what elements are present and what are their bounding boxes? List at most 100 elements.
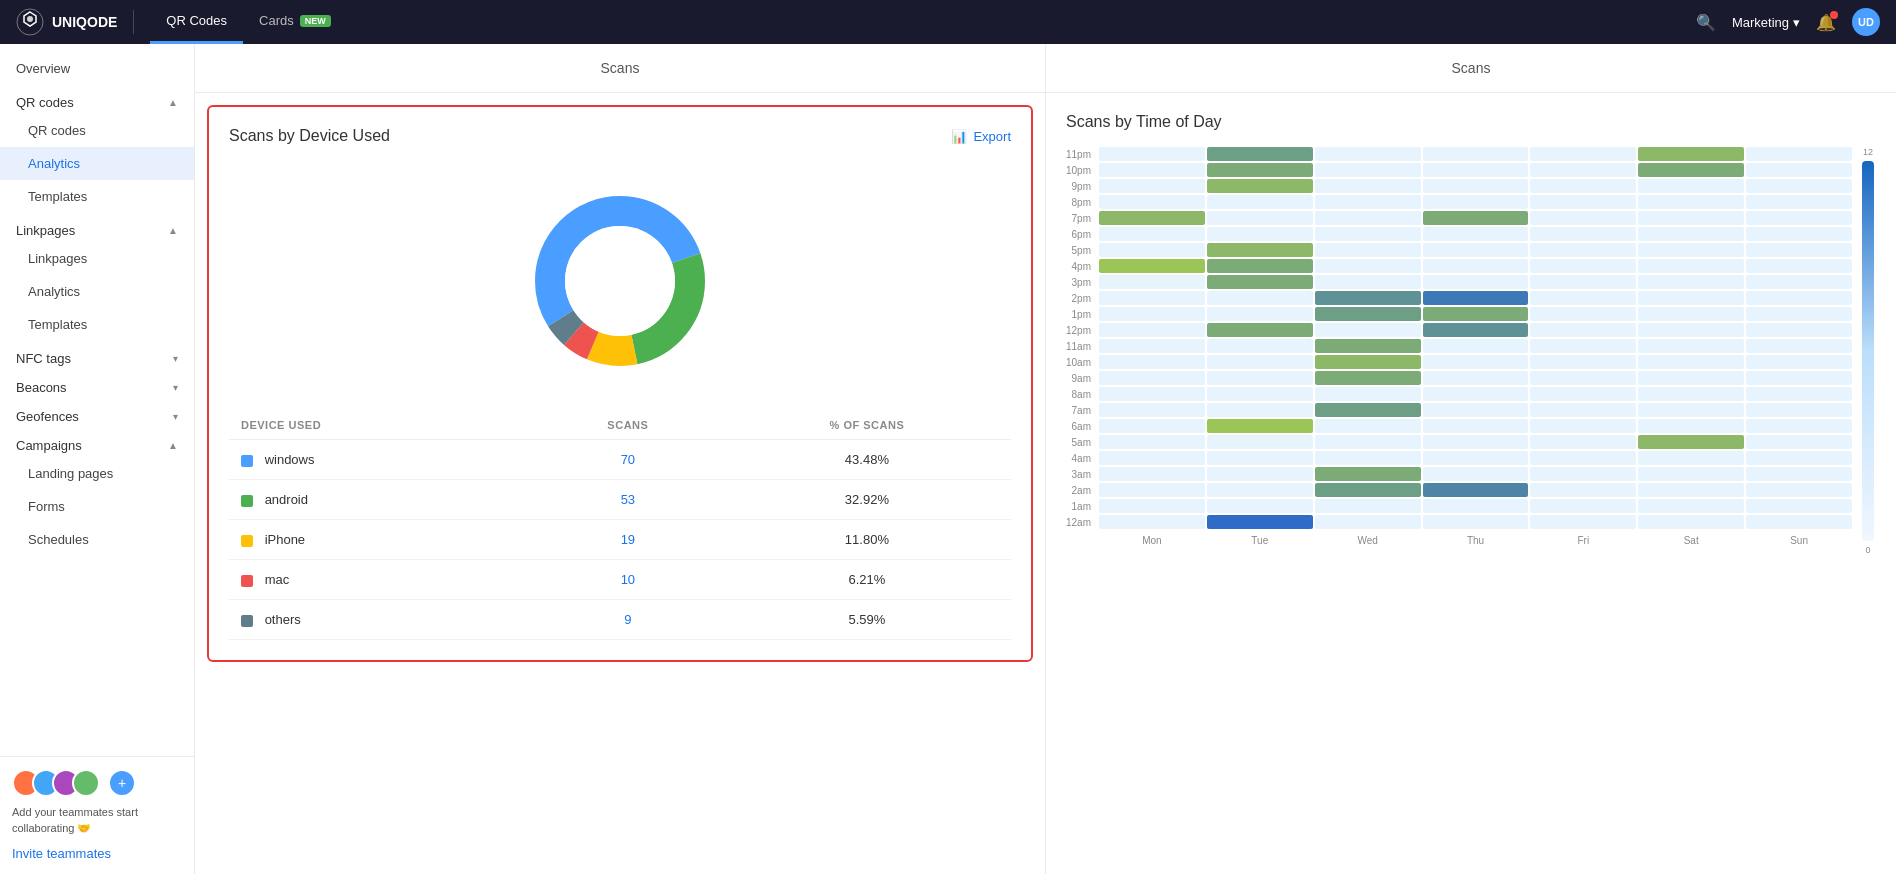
scan-count-2[interactable]: 19	[621, 532, 635, 547]
heatmap-cell	[1207, 387, 1313, 401]
day-label: Sun	[1746, 535, 1852, 546]
heatmap-cell	[1207, 307, 1313, 321]
heatmap-cell	[1207, 355, 1313, 369]
heatmap-cell	[1207, 435, 1313, 449]
day-label: Wed	[1315, 535, 1421, 546]
workspace-selector[interactable]: Marketing ▾	[1732, 15, 1800, 30]
heatmap-cell	[1638, 227, 1744, 241]
sidebar-item-schedules[interactable]: Schedules	[0, 523, 194, 556]
heatmap-cell	[1207, 243, 1313, 257]
heatmap-cell	[1746, 451, 1852, 465]
heatmap-cell	[1423, 403, 1529, 417]
sidebar-item-templates-lp[interactable]: Templates	[0, 308, 194, 341]
user-avatar[interactable]: UD	[1852, 8, 1880, 36]
scan-count-3[interactable]: 10	[621, 572, 635, 587]
heatmap-cell	[1099, 403, 1205, 417]
time-label: 9am	[1066, 371, 1091, 387]
sidebar-section-nfc[interactable]: NFC tags ▾	[0, 341, 194, 370]
heatmap-cell	[1423, 243, 1529, 257]
sidebar-item-qrcodes[interactable]: QR codes	[0, 114, 194, 147]
donut-svg	[520, 181, 720, 381]
invite-teammates-link[interactable]: Invite teammates	[12, 846, 111, 861]
heatmap-cell	[1315, 323, 1421, 337]
heatmap-cell	[1638, 211, 1744, 225]
table-row: iPhone 19 11.80%	[229, 520, 1011, 560]
heatmap-cell	[1746, 355, 1852, 369]
heatmap-cell	[1099, 451, 1205, 465]
donut-chart	[229, 161, 1011, 411]
heatmap-cell	[1746, 179, 1852, 193]
time-label: 10pm	[1066, 163, 1091, 179]
search-icon[interactable]: 🔍	[1696, 13, 1716, 32]
heatmap-title: Scans by Time of Day	[1066, 113, 1876, 131]
sidebar-item-landing-pages[interactable]: Landing pages	[0, 457, 194, 490]
main-content: Scans Scans by Device Used 📊 Export	[195, 44, 1896, 874]
heatmap-cell	[1099, 515, 1205, 529]
sidebar-section-beacons[interactable]: Beacons ▾	[0, 370, 194, 399]
logo[interactable]: UNIQODE	[16, 8, 117, 36]
heatmap-cell	[1638, 435, 1744, 449]
heatmap-cell	[1530, 451, 1636, 465]
sidebar-item-forms[interactable]: Forms	[0, 490, 194, 523]
tab-cards[interactable]: Cards NEW	[243, 0, 347, 44]
heatmap-cell	[1530, 435, 1636, 449]
time-label: 2am	[1066, 483, 1091, 499]
heatmap-cell	[1315, 403, 1421, 417]
heatmap-cell	[1315, 435, 1421, 449]
heatmap-cell	[1207, 163, 1313, 177]
tab-qr-codes[interactable]: QR Codes	[150, 0, 243, 44]
sidebar-section-campaigns[interactable]: Campaigns ▲	[0, 428, 194, 457]
time-label: 8am	[1066, 387, 1091, 403]
heatmap-cell	[1423, 499, 1529, 513]
device-color-4	[241, 615, 253, 627]
export-button[interactable]: 📊 Export	[951, 129, 1011, 144]
heatmap-cell	[1423, 179, 1529, 193]
heatmap-cell	[1423, 227, 1529, 241]
sidebar-section-geofences[interactable]: Geofences ▾	[0, 399, 194, 428]
day-label: Thu	[1423, 535, 1529, 546]
heatmap-cell	[1099, 291, 1205, 305]
heatmap-cell	[1638, 419, 1744, 433]
heatmap-cell	[1099, 243, 1205, 257]
sidebar-section-qrcodes[interactable]: QR codes ▲	[0, 85, 194, 114]
heatmap-cell	[1746, 211, 1852, 225]
scale-min: 0	[1865, 545, 1870, 555]
add-teammate-button[interactable]: +	[108, 769, 136, 797]
heatmap-cell	[1530, 467, 1636, 481]
heatmap-cell	[1315, 499, 1421, 513]
sidebar-section-linkpages[interactable]: Linkpages ▲	[0, 213, 194, 242]
heatmap-cell	[1099, 147, 1205, 161]
heatmap-cell	[1423, 483, 1529, 497]
heatmap-cell	[1746, 243, 1852, 257]
heatmap-cell	[1099, 163, 1205, 177]
sidebar-item-analytics-lp[interactable]: Analytics	[0, 275, 194, 308]
scan-percent-3: 6.21%	[848, 572, 885, 587]
heatmap-cell	[1099, 211, 1205, 225]
scans-header-right: Scans	[1046, 44, 1896, 93]
sidebar-item-analytics-qr[interactable]: Analytics	[0, 147, 194, 180]
heatmap-cell	[1423, 419, 1529, 433]
logo-text: UNIQODE	[52, 14, 117, 30]
sidebar-item-templates-qr[interactable]: Templates	[0, 180, 194, 213]
sidebar-item-overview[interactable]: Overview	[0, 52, 194, 85]
time-label: 6am	[1066, 419, 1091, 435]
notifications-bell[interactable]: 🔔	[1816, 13, 1836, 32]
scan-count-1[interactable]: 53	[621, 492, 635, 507]
topnav-right: 🔍 Marketing ▾ 🔔 UD	[1696, 8, 1880, 36]
day-label: Sat	[1638, 535, 1744, 546]
chevron-down-icon-beacons: ▾	[173, 382, 178, 393]
device-color-2	[241, 535, 253, 547]
chevron-down-icon-geofences: ▾	[173, 411, 178, 422]
heatmap-cell	[1315, 259, 1421, 273]
scale-max: 12	[1863, 147, 1873, 157]
heatmap-cell	[1099, 499, 1205, 513]
heatmap-cell	[1315, 275, 1421, 289]
device-card: Scans by Device Used 📊 Export	[207, 105, 1033, 662]
sidebar-item-linkpages[interactable]: Linkpages	[0, 242, 194, 275]
heatmap-cell	[1207, 259, 1313, 273]
scan-count-0[interactable]: 70	[621, 452, 635, 467]
chevron-up-icon-lp: ▲	[168, 225, 178, 236]
scan-count-4[interactable]: 9	[624, 612, 631, 627]
heatmap-cell	[1315, 211, 1421, 225]
time-label: 12am	[1066, 515, 1091, 531]
